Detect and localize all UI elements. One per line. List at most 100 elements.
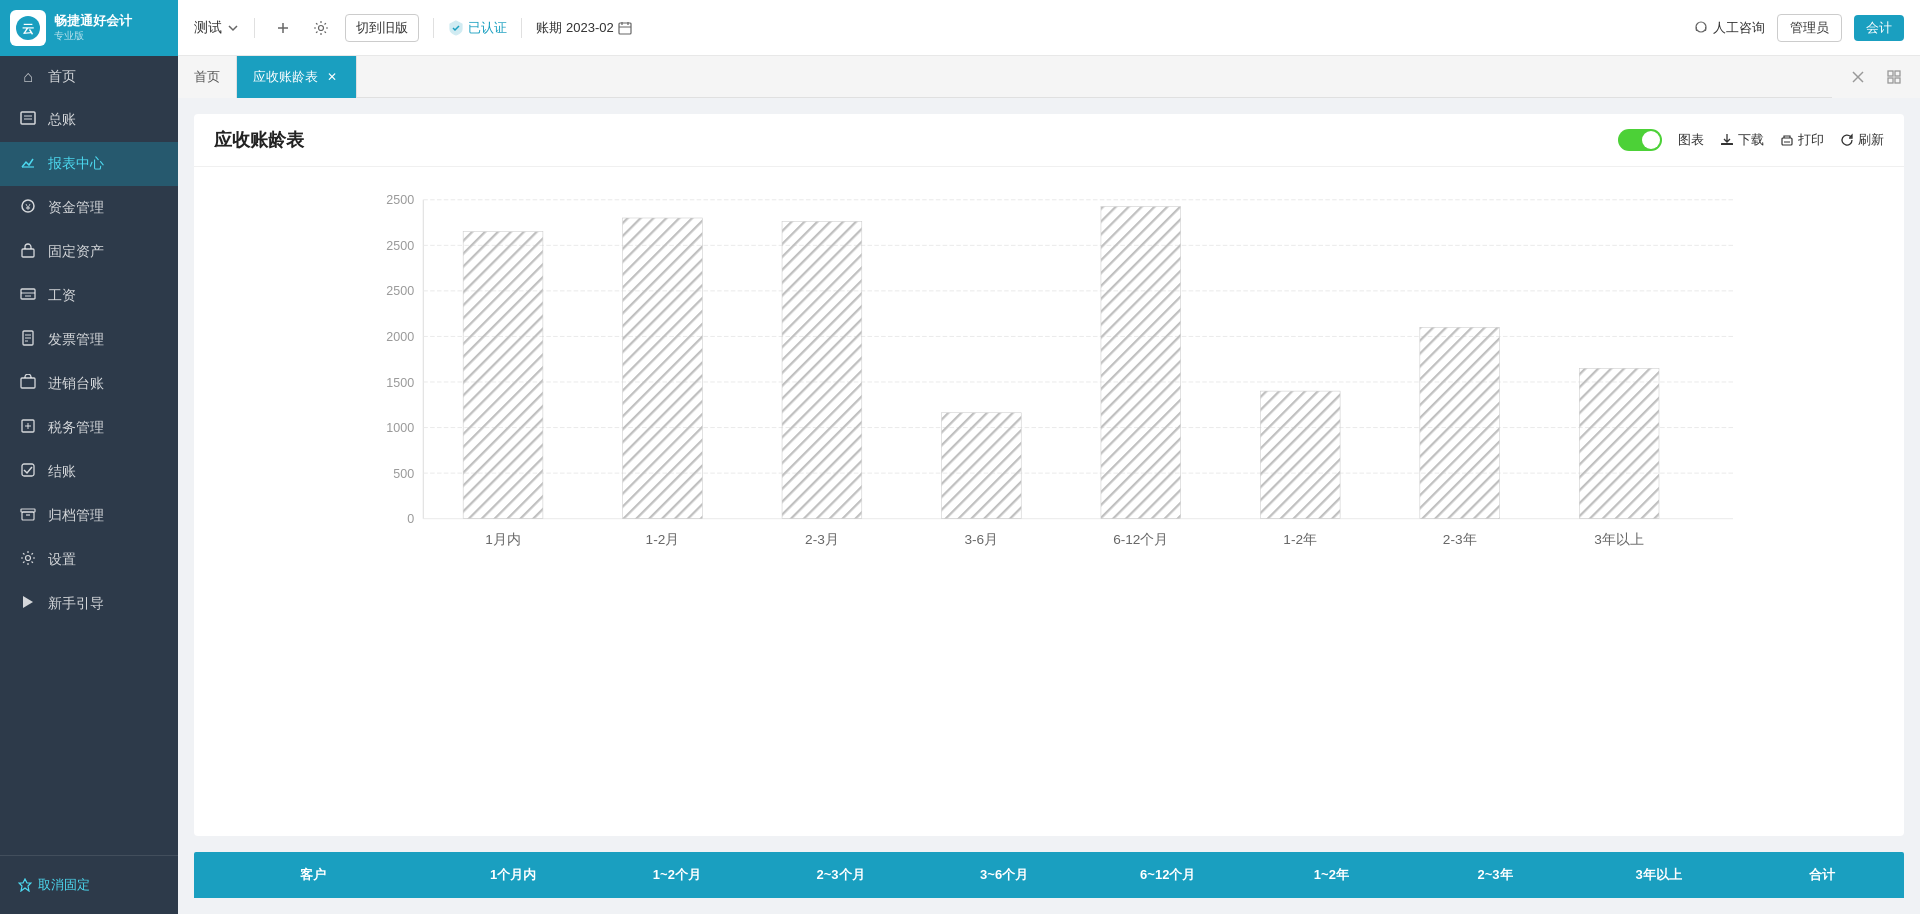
svg-rect-30 (619, 23, 631, 34)
topbar-divider-1 (254, 18, 255, 38)
chart-toggle[interactable] (1618, 129, 1662, 151)
svg-text:1-2年: 1-2年 (1283, 532, 1317, 547)
archive-icon (18, 506, 38, 526)
svg-text:1-2月: 1-2月 (646, 532, 680, 547)
sidebar-item-assets[interactable]: 固定资产 (0, 230, 178, 274)
tab-close-btn[interactable]: ✕ (324, 69, 340, 85)
page-title: 应收账龄表 (214, 128, 304, 152)
svg-text:1500: 1500 (386, 376, 414, 390)
table-header-3-plus-year: 3年以上 (1577, 852, 1741, 898)
company-selector[interactable]: 测试 (194, 19, 240, 37)
sidebar-item-label: 设置 (48, 551, 76, 569)
sidebar-item-label: 总账 (48, 111, 76, 129)
svg-text:2000: 2000 (386, 330, 414, 344)
bar-2-3-year (1420, 327, 1500, 518)
wages-icon (18, 286, 38, 306)
content-area: 应收账龄表 图表 下载 打印 刷新 (178, 98, 1920, 914)
table-header-customer: 客户 (194, 852, 431, 898)
tab-home[interactable]: 首页 (178, 56, 237, 98)
period-label: 账期 (536, 19, 562, 37)
chart-container: 2500 2500 2500 2000 1500 1000 500 0 (194, 167, 1904, 597)
consult-btn[interactable]: 人工咨询 (1693, 19, 1765, 37)
download-btn[interactable]: 下载 (1720, 131, 1764, 149)
download-icon (1720, 133, 1734, 147)
page-panel: 应收账龄表 图表 下载 打印 刷新 (194, 114, 1904, 836)
sidebar-item-stock[interactable]: 进销台账 (0, 362, 178, 406)
app-logo-icon: 云 (10, 10, 46, 46)
sidebar-bottom: 取消固定 (0, 855, 178, 914)
svg-text:¥: ¥ (24, 202, 31, 212)
sidebar-item-wages[interactable]: 工资 (0, 274, 178, 318)
period-value: 2023-02 (566, 20, 614, 35)
refresh-btn[interactable]: 刷新 (1840, 131, 1884, 149)
page-header-actions: 图表 下载 打印 刷新 (1618, 129, 1884, 151)
svg-text:3-6月: 3-6月 (964, 532, 998, 547)
table-header-1month: 1个月内 (431, 852, 595, 898)
sidebar-item-tax[interactable]: 税务管理 (0, 406, 178, 450)
old-version-btn[interactable]: 切到旧版 (345, 14, 419, 42)
close-panel-btn[interactable] (1844, 63, 1872, 91)
sidebar-item-archive[interactable]: 归档管理 (0, 494, 178, 538)
svg-rect-39 (1888, 78, 1893, 83)
refresh-icon (1840, 133, 1854, 147)
svg-rect-22 (22, 512, 34, 520)
table-header-2-3year: 2~3年 (1413, 852, 1577, 898)
reports-icon (18, 154, 38, 174)
svg-text:500: 500 (393, 467, 414, 481)
sidebar-item-label: 资金管理 (48, 199, 104, 217)
table-header-1-2month: 1~2个月 (595, 852, 759, 898)
consult-label: 人工咨询 (1713, 19, 1765, 37)
topbar: 测试 切到旧版 已认证 账期 2023-02 人工咨询 管理员 (178, 0, 1920, 56)
settings-icon (18, 550, 38, 570)
table-header-3-6month: 3~6个月 (922, 852, 1086, 898)
print-btn[interactable]: 打印 (1780, 131, 1824, 149)
print-icon (1780, 133, 1794, 147)
dropdown-icon (226, 21, 240, 35)
tab-aging[interactable]: 应收账龄表 ✕ (237, 56, 357, 98)
settings-btn[interactable] (307, 14, 335, 42)
tab-aging-label: 应收账龄表 (253, 68, 318, 86)
home-icon: ⌂ (18, 68, 38, 86)
main-area: 测试 切到旧版 已认证 账期 2023-02 人工咨询 管理员 (178, 0, 1920, 914)
bar-1-month (463, 232, 543, 519)
sidebar-item-settle[interactable]: 结账 (0, 450, 178, 494)
add-company-btn[interactable] (269, 14, 297, 42)
sidebar-item-guide[interactable]: 新手引导 (0, 582, 178, 626)
svg-text:云: 云 (22, 22, 34, 36)
svg-text:2-3月: 2-3月 (805, 532, 839, 547)
sidebar-item-reports[interactable]: 报表中心 (0, 142, 178, 186)
bar-6-12-month (1101, 207, 1181, 519)
bar-1-2-year (1260, 391, 1340, 519)
sidebar: 云 畅捷通好会计 专业版 ⌂ 首页 总账 报表中心 ¥ (0, 0, 178, 914)
sidebar-item-ledger[interactable]: 总账 (0, 98, 178, 142)
svg-rect-41 (1721, 143, 1733, 145)
sidebar-item-label: 报表中心 (48, 155, 104, 173)
cancel-fixed-btn[interactable]: 取消固定 (0, 866, 178, 904)
sidebar-item-label: 归档管理 (48, 507, 104, 525)
headset-icon (1693, 20, 1709, 36)
sidebar-item-home[interactable]: ⌂ 首页 (0, 56, 178, 98)
download-label: 下载 (1738, 131, 1764, 149)
settle-icon (18, 462, 38, 482)
svg-point-34 (1696, 22, 1706, 32)
svg-text:0: 0 (407, 512, 414, 526)
accounting-btn[interactable]: 会计 (1854, 15, 1904, 41)
sidebar-item-invoices[interactable]: 发票管理 (0, 318, 178, 362)
svg-point-29 (319, 25, 324, 30)
svg-text:1000: 1000 (386, 421, 414, 435)
chart-toggle-label: 图表 (1678, 131, 1704, 149)
sidebar-item-funds[interactable]: ¥ 资金管理 (0, 186, 178, 230)
sidebar-item-settings[interactable]: 设置 (0, 538, 178, 582)
stock-icon (18, 374, 38, 394)
sidebar-item-label: 税务管理 (48, 419, 104, 437)
expand-btn[interactable] (1880, 63, 1908, 91)
svg-rect-20 (22, 464, 34, 476)
table-header-total: 合计 (1740, 852, 1904, 898)
funds-icon: ¥ (18, 198, 38, 218)
calendar-icon[interactable] (618, 21, 632, 35)
svg-marker-26 (19, 879, 31, 891)
svg-rect-38 (1895, 71, 1900, 76)
user-btn[interactable]: 管理员 (1777, 14, 1842, 42)
sidebar-item-label: 新手引导 (48, 595, 104, 613)
svg-marker-25 (23, 596, 33, 608)
